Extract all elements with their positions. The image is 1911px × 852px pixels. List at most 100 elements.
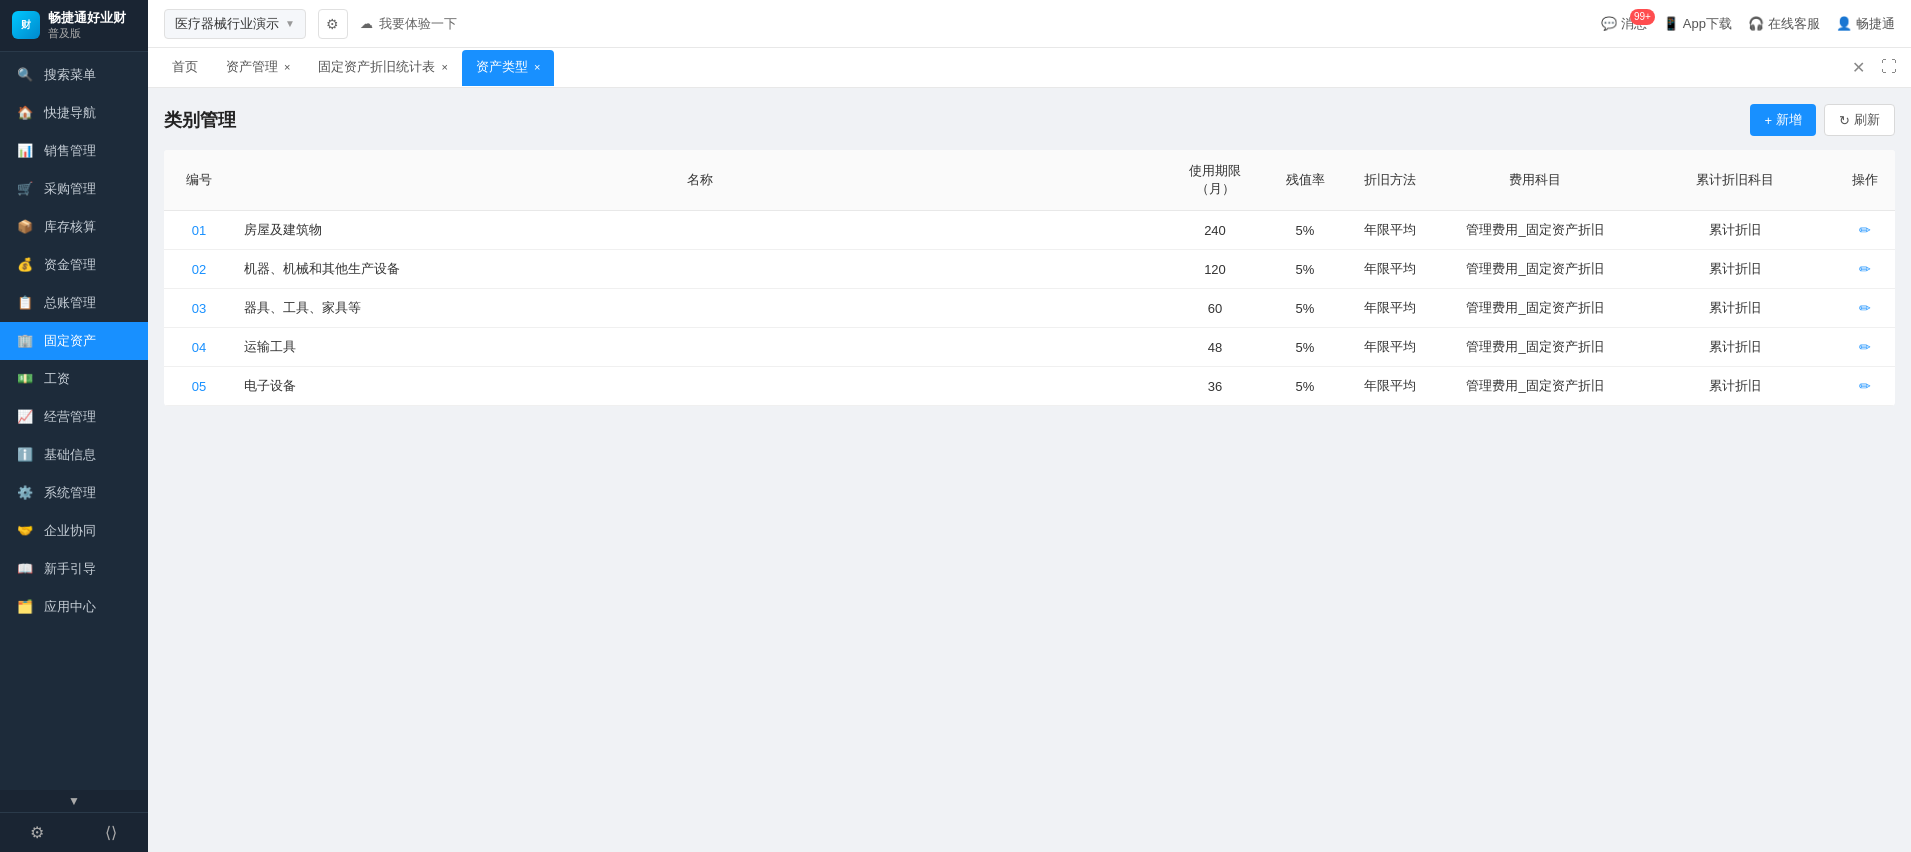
sidebar-item-enterprise[interactable]: 🤝 企业协同	[0, 512, 148, 550]
sidebar-item-basic-info[interactable]: ℹ️ 基础信息	[0, 436, 148, 474]
building-icon: 🏢	[16, 332, 34, 350]
sidebar-item-inventory[interactable]: 📦 库存核算	[0, 208, 148, 246]
settings-icon[interactable]: ⚙	[318, 9, 348, 39]
cell-accum-subject: 累计折旧	[1635, 367, 1835, 406]
message-badge: 99	[1630, 9, 1655, 25]
new-btn[interactable]: + 新增	[1750, 104, 1816, 136]
sidebar-item-system[interactable]: ⚙️ 系统管理	[0, 474, 148, 512]
edit-icon[interactable]: ✏	[1859, 222, 1871, 238]
cell-ops: ✏	[1835, 289, 1895, 328]
sidebar-item-app-center[interactable]: 🗂️ 应用中心	[0, 588, 148, 626]
tab-close-icon[interactable]: ×	[534, 61, 540, 73]
close-window-icon[interactable]: ✕	[1848, 54, 1869, 81]
cloud-icon: ☁	[360, 16, 373, 31]
sidebar-item-sales[interactable]: 📊 销售管理	[0, 132, 148, 170]
tab-close-icon[interactable]: ×	[284, 61, 290, 73]
edit-icon[interactable]: ✏	[1859, 261, 1871, 277]
cell-period: 48	[1165, 328, 1265, 367]
sidebar-item-guide[interactable]: 📖 新手引导	[0, 550, 148, 588]
sidebar-item-label: 销售管理	[44, 142, 96, 160]
tab-asset-type[interactable]: 资产类型 ×	[462, 50, 554, 86]
cell-accum-subject: 累计折旧	[1635, 328, 1835, 367]
experience-btn[interactable]: ☁ 我要体验一下	[360, 15, 457, 33]
tab-fixed-asset-table[interactable]: 固定资产折旧统计表 ×	[304, 50, 461, 86]
money-icon: 💰	[16, 256, 34, 274]
sidebar-item-ledger[interactable]: 📋 总账管理	[0, 284, 148, 322]
edit-icon[interactable]: ✏	[1859, 339, 1871, 355]
tab-label: 资产类型	[476, 58, 528, 76]
chart-icon: 📊	[16, 142, 34, 160]
sidebar-footer: ⚙ ⟨⟩	[0, 812, 148, 852]
settings-btn[interactable]: ⚙	[0, 813, 74, 852]
col-header-code: 编号	[164, 150, 234, 211]
cell-name: 房屋及建筑物	[234, 211, 1165, 250]
sidebar-item-label: 采购管理	[44, 180, 96, 198]
sidebar-item-label: 新手引导	[44, 560, 96, 578]
user-icon: 👤	[1836, 16, 1852, 31]
main-area: 医疗器械行业演示 ▼ ⚙ ☁ 我要体验一下 💬 消息 99 📱 App下载 🎧 …	[148, 0, 1911, 852]
tab-label: 首页	[172, 58, 198, 76]
company-name: 医疗器械行业演示	[175, 15, 279, 33]
page-title: 类别管理	[164, 108, 236, 132]
sidebar-logo: 财 畅捷通好业财 普及版	[0, 0, 148, 52]
logo-icon: 财	[12, 11, 40, 39]
cell-cost-subject: 管理费用_固定资产折旧	[1435, 367, 1635, 406]
cell-residual: 5%	[1265, 328, 1345, 367]
cell-residual: 5%	[1265, 289, 1345, 328]
tab-asset-management[interactable]: 资产管理 ×	[212, 50, 304, 86]
sidebar-item-search[interactable]: 🔍 搜索菜单	[0, 56, 148, 94]
sidebar-item-label: 快捷导航	[44, 104, 96, 122]
tab-home[interactable]: 首页	[158, 50, 212, 86]
tab-close-icon[interactable]: ×	[441, 61, 447, 73]
sidebar: 财 畅捷通好业财 普及版 🔍 搜索菜单 🏠 快捷导航 📊 销售管理 🛒 采购管理…	[0, 0, 148, 852]
sidebar-item-label: 搜索菜单	[44, 66, 96, 84]
col-header-cost: 费用科目	[1435, 150, 1635, 211]
sidebar-item-label: 经营管理	[44, 408, 96, 426]
download-icon: 📱	[1663, 16, 1679, 31]
cell-code: 02	[164, 250, 234, 289]
book-icon: 📖	[16, 560, 34, 578]
cell-name: 器具、工具、家具等	[234, 289, 1165, 328]
sidebar-item-salary[interactable]: 💵 工资	[0, 360, 148, 398]
sidebar-menu: 🔍 搜索菜单 🏠 快捷导航 📊 销售管理 🛒 采购管理 📦 库存核算 💰 资金管…	[0, 52, 148, 790]
online-service-action[interactable]: 🎧 在线客服	[1748, 15, 1820, 33]
home-icon: 🏠	[16, 104, 34, 122]
sidebar-item-purchase[interactable]: 🛒 采购管理	[0, 170, 148, 208]
message-action[interactable]: 💬 消息 99	[1601, 15, 1647, 33]
app-version: 普及版	[48, 26, 126, 41]
sidebar-item-label: 总账管理	[44, 294, 96, 312]
expand-icon[interactable]: ⛶	[1877, 54, 1901, 81]
tab-label: 资产管理	[226, 58, 278, 76]
cell-accum-subject: 累计折旧	[1635, 289, 1835, 328]
col-header-method: 折旧方法	[1345, 150, 1435, 211]
collapse-btn[interactable]: ⟨⟩	[74, 813, 148, 852]
table-row: 01 房屋及建筑物 240 5% 年限平均 管理费用_固定资产折旧 累计折旧 ✏	[164, 211, 1895, 250]
cell-code: 03	[164, 289, 234, 328]
cell-method: 年限平均	[1345, 211, 1435, 250]
handshake-icon: 🤝	[16, 522, 34, 540]
cell-name: 机器、机械和其他生产设备	[234, 250, 1165, 289]
user-action[interactable]: 👤 畅捷通	[1836, 15, 1895, 33]
sidebar-item-business[interactable]: 📈 经营管理	[0, 398, 148, 436]
info-icon: ℹ️	[16, 446, 34, 464]
cell-period: 60	[1165, 289, 1265, 328]
edit-icon[interactable]: ✏	[1859, 378, 1871, 394]
app-download-action[interactable]: 📱 App下载	[1663, 15, 1732, 33]
refresh-icon: ↻	[1839, 113, 1850, 128]
sidebar-item-quick-nav[interactable]: 🏠 快捷导航	[0, 94, 148, 132]
cell-residual: 5%	[1265, 367, 1345, 406]
cell-method: 年限平均	[1345, 289, 1435, 328]
cell-code: 05	[164, 367, 234, 406]
asset-category-table: 编号 名称 使用期限（月） 残值率 折旧方法 费用科目 累计折旧科目 操作 01…	[164, 150, 1895, 406]
edit-icon[interactable]: ✏	[1859, 300, 1871, 316]
sidebar-item-fixed-assets[interactable]: 🏢 固定资产	[0, 322, 148, 360]
chevron-down-icon: ▼	[285, 18, 295, 29]
cell-name: 运输工具	[234, 328, 1165, 367]
cell-ops: ✏	[1835, 211, 1895, 250]
sidebar-scroll-down[interactable]: ▼	[0, 790, 148, 812]
refresh-btn[interactable]: ↻ 刷新	[1824, 104, 1895, 136]
sidebar-item-finance[interactable]: 💰 资金管理	[0, 246, 148, 284]
cell-residual: 5%	[1265, 211, 1345, 250]
cell-ops: ✏	[1835, 250, 1895, 289]
company-selector[interactable]: 医疗器械行业演示 ▼	[164, 9, 306, 39]
